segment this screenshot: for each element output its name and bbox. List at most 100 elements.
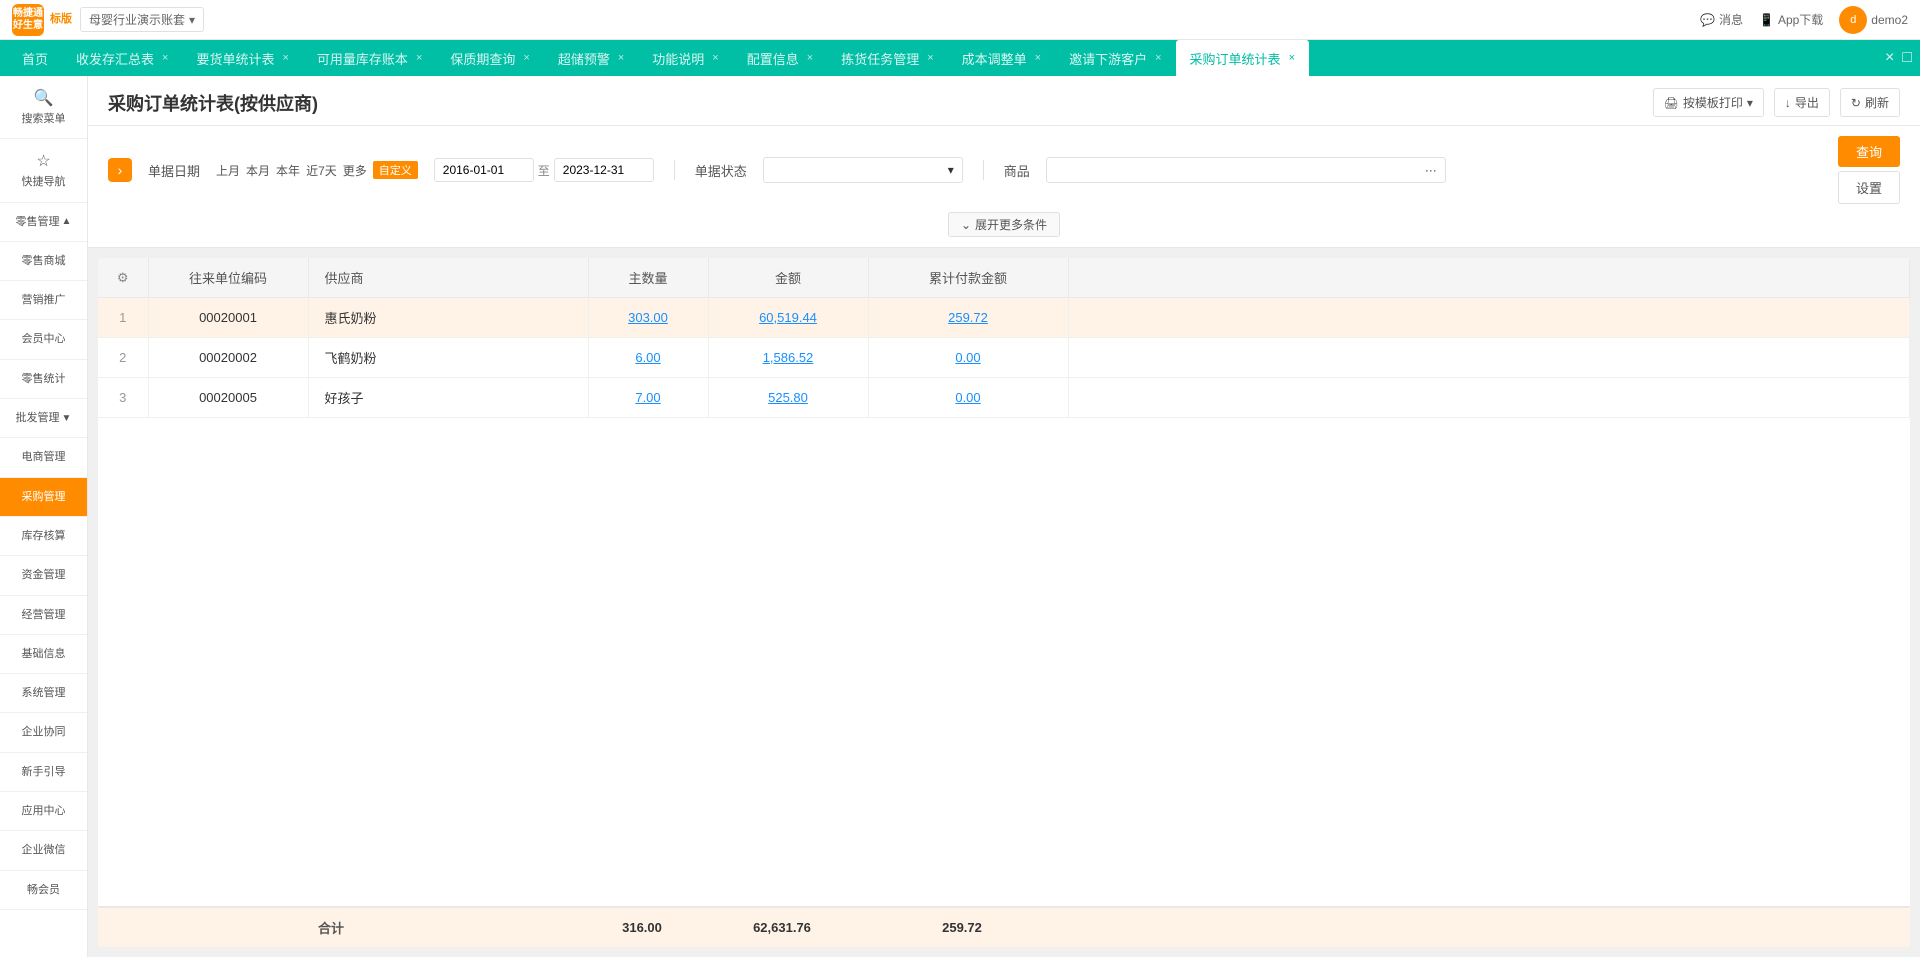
btn-settings[interactable]: 设置 (1838, 171, 1900, 204)
chevron-right-icon: › (118, 162, 123, 178)
tab-order-summary-close[interactable]: × (282, 52, 288, 64)
tab-config-info[interactable]: 配置信息 × (733, 40, 827, 76)
cell-amount[interactable]: 525.80 (708, 378, 868, 418)
sidebar-item-search[interactable]: 🔍 搜索菜单 (0, 76, 87, 139)
tab-expiry-check[interactable]: 保质期查询 × (436, 40, 543, 76)
sidebar-item-purchase[interactable]: 采购管理 (0, 478, 87, 517)
tab-overstock-warning-close[interactable]: × (618, 52, 624, 64)
cell-no: 1 (98, 298, 148, 338)
tab-invite-downstream-close[interactable]: × (1155, 52, 1161, 64)
sidebar-item-inventory[interactable]: 库存核算 (0, 517, 87, 556)
sidebar-item-ecommerce[interactable]: 电商管理 (0, 438, 87, 477)
tab-receive-summary-close[interactable]: × (162, 52, 168, 64)
sidebar-item-shortcut[interactable]: ☆ 快捷导航 (0, 139, 87, 202)
btn-export[interactable]: ↓ 导出 (1774, 88, 1830, 117)
tab-cost-adjust[interactable]: 成本调整单 × (948, 40, 1055, 76)
top-bar: 畅捷通好生意 标版 母婴行业演示账套 ▾ 💬 消息 📱 App下载 d demo… (0, 0, 1920, 40)
sidebar-item-app-center[interactable]: 应用中心 (0, 792, 87, 831)
tab-function-desc[interactable]: 功能说明 × (638, 40, 732, 76)
main-layout: 🔍 搜索菜单 ☆ 快捷导航 零售管理 ▲ 零售商城 营销推广 会员中心 零售统计… (0, 76, 1920, 957)
tab-available-stock[interactable]: 可用量库存账本 × (303, 40, 436, 76)
status-select[interactable]: ▾ (763, 157, 963, 183)
cell-paid[interactable]: 259.72 (868, 298, 1068, 338)
message-icon: 💬 (1700, 13, 1715, 27)
cell-no: 2 (98, 338, 148, 378)
tab-function-desc-close[interactable]: × (712, 52, 718, 64)
shortcut-last-month[interactable]: 上月 (216, 162, 240, 179)
search-icon: 🔍 (34, 88, 54, 108)
btn-refresh-label: 刷新 (1865, 94, 1889, 111)
tab-pick-task-label: 拣货任务管理 (841, 49, 919, 68)
expand-more-btn[interactable]: ⌄ 展开更多条件 (948, 212, 1060, 237)
tab-overstock-warning[interactable]: 超储预警 × (544, 40, 638, 76)
shortcut-more[interactable]: 更多 (343, 162, 367, 179)
th-rest (1068, 258, 1910, 298)
workspace-selector[interactable]: 母婴行业演示账套 ▾ (80, 7, 204, 32)
sidebar-item-enterprise-wechat[interactable]: 企业微信 (0, 831, 87, 870)
tab-purchase-summary-close[interactable]: × (1289, 52, 1295, 64)
sidebar-item-basic-info[interactable]: 基础信息 (0, 635, 87, 674)
date-filter-label: 单据日期 (148, 161, 200, 180)
goods-filter[interactable]: ··· (1046, 157, 1446, 183)
sidebar-item-vip[interactable]: 畅会员 (0, 871, 87, 910)
sidebar-item-new-guide[interactable]: 新手引导 (0, 753, 87, 792)
cell-qty[interactable]: 303.00 (588, 298, 708, 338)
sidebar-item-finance[interactable]: 资金管理 (0, 556, 87, 595)
sidebar-item-enterprise[interactable]: 企业协同 (0, 713, 87, 752)
cell-code: 00020005 (148, 378, 308, 418)
cell-rest (1068, 338, 1910, 378)
sidebar-item-retail-stats[interactable]: 零售统计 (0, 360, 87, 399)
table-row: 1 00020001 惠氏奶粉 303.00 60,519.44 259.72 (98, 298, 1910, 338)
date-custom-badge[interactable]: 自定义 (373, 161, 418, 179)
sidebar-item-member[interactable]: 会员中心 (0, 320, 87, 359)
shortcut-last-7-days[interactable]: 近7天 (306, 162, 337, 179)
tab-pick-task-close[interactable]: × (927, 52, 933, 64)
app-download-action[interactable]: 📱 App下载 (1759, 11, 1823, 28)
tab-config-info-close[interactable]: × (807, 52, 813, 64)
date-to-input[interactable] (554, 158, 654, 182)
btn-refresh[interactable]: ↻ 刷新 (1840, 88, 1900, 117)
sidebar-marketing-label: 营销推广 (22, 293, 66, 307)
shortcut-this-year[interactable]: 本年 (276, 162, 300, 179)
sidebar-item-retail-mgmt[interactable]: 零售管理 ▲ (0, 203, 87, 242)
cell-qty[interactable]: 7.00 (588, 378, 708, 418)
tab-expiry-check-close[interactable]: × (523, 52, 529, 64)
message-label: 消息 (1719, 11, 1743, 28)
sidebar-retail-stats-label: 零售统计 (22, 372, 66, 386)
cell-code: 00020001 (148, 298, 308, 338)
tab-home[interactable]: 首页 (8, 40, 62, 76)
shortcut-this-month[interactable]: 本月 (246, 162, 270, 179)
gear-icon[interactable]: ⚙ (117, 270, 129, 285)
tab-cost-adjust-close[interactable]: × (1035, 52, 1041, 64)
tab-pick-task[interactable]: 拣货任务管理 × (827, 40, 947, 76)
cell-amount[interactable]: 1,586.52 (708, 338, 868, 378)
cell-amount[interactable]: 60,519.44 (708, 298, 868, 338)
date-from-input[interactable] (434, 158, 534, 182)
sidebar-item-operations[interactable]: 经营管理 (0, 596, 87, 635)
sidebar-item-wholesale[interactable]: 批发管理 ▼ (0, 399, 87, 438)
th-qty: 主数量 (588, 258, 708, 298)
content-area: 采购订单统计表(按供应商) 🖨 按模板打印 ▾ ↓ 导出 ↻ 刷新 (88, 76, 1920, 957)
tab-purchase-summary[interactable]: 采购订单统计表 × (1176, 40, 1309, 76)
tab-receive-summary[interactable]: 收发存汇总表 × (62, 40, 182, 76)
cell-paid[interactable]: 0.00 (868, 378, 1068, 418)
th-code: 往来单位编码 (148, 258, 308, 298)
sidebar-item-marketing[interactable]: 营销推广 (0, 281, 87, 320)
tab-available-stock-close[interactable]: × (416, 52, 422, 64)
footer-qty: 316.00 (622, 920, 662, 935)
cell-qty[interactable]: 6.00 (588, 338, 708, 378)
sidebar-item-system[interactable]: 系统管理 (0, 674, 87, 713)
btn-query[interactable]: 查询 (1838, 136, 1900, 167)
cell-paid[interactable]: 0.00 (868, 338, 1068, 378)
btn-template-print[interactable]: 🖨 按模板打印 ▾ (1653, 88, 1764, 117)
tab-invite-downstream[interactable]: 邀请下游客户 × (1055, 40, 1175, 76)
user-profile[interactable]: d demo2 (1839, 6, 1908, 34)
tab-order-summary[interactable]: 要货单统计表 × (182, 40, 302, 76)
sidebar-item-retail-store[interactable]: 零售商城 (0, 242, 87, 281)
nav-window-max[interactable]: □ (1902, 49, 1912, 67)
user-name: demo2 (1871, 13, 1908, 27)
message-action[interactable]: 💬 消息 (1700, 11, 1743, 28)
filter-toggle-btn[interactable]: › (108, 158, 132, 182)
nav-window-close[interactable]: × (1885, 49, 1894, 67)
cell-code: 00020002 (148, 338, 308, 378)
